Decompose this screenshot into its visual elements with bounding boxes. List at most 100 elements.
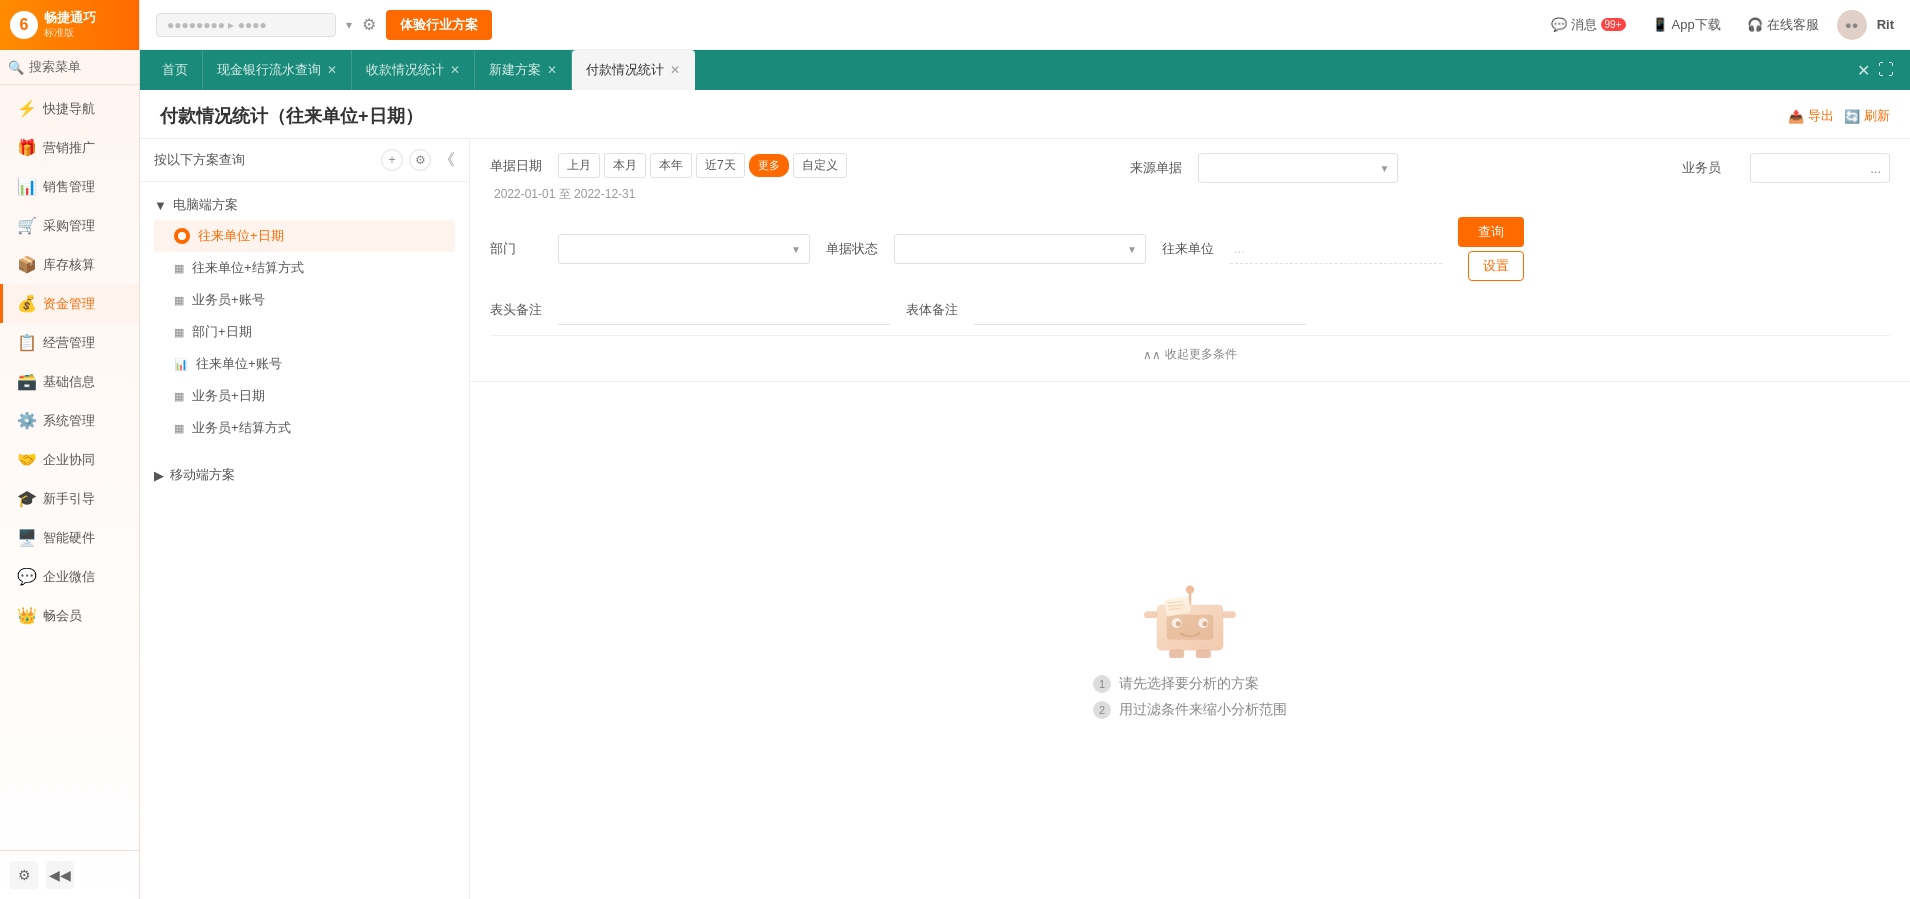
vip-icon: 👑: [17, 606, 35, 625]
settings-footer-btn[interactable]: ⚙: [10, 861, 38, 889]
scheme-dept-date[interactable]: ▦ 部门+日期: [154, 316, 455, 348]
trial-btn[interactable]: 体验行业方案: [386, 10, 492, 40]
sidebar-item-inventory[interactable]: 📦 库存核算: [0, 245, 139, 284]
app-logo-text: 畅捷通巧 标准版: [44, 10, 96, 41]
scheme-counterpart-account[interactable]: 📊 往来单位+账号: [154, 348, 455, 380]
collapse-panel-btn[interactable]: 《: [439, 150, 455, 171]
settings-icon[interactable]: ⚙: [362, 15, 376, 34]
sidebar-item-marketing[interactable]: 🎁 营销推广: [0, 128, 139, 167]
dept-arrow: ▼: [791, 244, 801, 255]
sidebar-item-sales[interactable]: 📊 销售管理: [0, 167, 139, 206]
tabs-controls: ✕ ⛶: [1849, 61, 1902, 80]
voucher-status-label: 单据状态: [826, 240, 886, 258]
tab-cashflow[interactable]: 现金银行流水查询 ✕: [203, 50, 352, 90]
salesman-label: 业务员: [1682, 159, 1742, 177]
empty-state-illustration: [1140, 563, 1240, 663]
scheme-salesman-account[interactable]: ▦ 业务员+账号: [154, 284, 455, 316]
scheme-chart-icon: 📊: [174, 358, 188, 371]
tab-maximize-btn[interactable]: ⛶: [1878, 61, 1894, 80]
user-avatar[interactable]: ●●: [1837, 10, 1867, 40]
scheme-salesman-settle[interactable]: ▦ 业务员+结算方式: [154, 412, 455, 444]
sidebar-item-finance[interactable]: 💰 资金管理: [0, 284, 139, 323]
scheme-counterpart-date[interactable]: 往来单位+日期: [154, 220, 455, 252]
sidebar-item-operation[interactable]: 📋 经营管理: [0, 323, 139, 362]
tab-newscheme-close[interactable]: ✕: [547, 63, 557, 77]
search-menu[interactable]: 🔍 搜索菜单: [0, 50, 139, 85]
dept-select[interactable]: ▼: [558, 234, 810, 264]
sidebar-item-guide[interactable]: 🎓 新手引导: [0, 479, 139, 518]
tab-receipts-close[interactable]: ✕: [450, 63, 460, 77]
operation-icon: 📋: [17, 333, 35, 352]
left-panel-actions: + ⚙: [381, 149, 431, 171]
scheme-counterpart-settle[interactable]: ▦ 往来单位+结算方式: [154, 252, 455, 284]
body-note-input[interactable]: [974, 295, 1306, 325]
svg-rect-10: [1169, 649, 1184, 657]
sidebar-item-system[interactable]: ⚙️ 系统管理: [0, 401, 139, 440]
page-header: 付款情况统计（往来单位+日期） 📤 导出 🔄 刷新: [140, 90, 1910, 139]
scheme-salesman-date[interactable]: ▦ 业务员+日期: [154, 380, 455, 412]
main-area: ●●●●●●●● ▸ ●●●● ▾ ⚙ 体验行业方案 💬 消息 99+ 📱 Ap…: [140, 0, 1910, 899]
collapse-conditions-area: ∧∧ 收起更多条件: [490, 335, 1890, 367]
tab-home[interactable]: 首页: [148, 50, 203, 90]
source-select[interactable]: ▼: [1198, 153, 1398, 183]
pc-section-arrow: ▼: [154, 198, 167, 213]
pc-section-header[interactable]: ▼ 电脑端方案: [154, 190, 455, 220]
tip-num-1: 1: [1093, 675, 1111, 693]
user-name-display[interactable]: Rit: [1877, 17, 1894, 32]
export-btn[interactable]: 📤 导出: [1788, 107, 1834, 125]
sidebar-item-hardware[interactable]: 🖥️ 智能硬件: [0, 518, 139, 557]
page-title: 付款情况统计（往来单位+日期）: [160, 104, 423, 128]
dept-label: 部门: [490, 240, 550, 258]
hardware-icon: 🖥️: [17, 528, 35, 547]
header-note-input[interactable]: [558, 295, 890, 325]
collapse-conditions-btn[interactable]: ∧∧ 收起更多条件: [1143, 346, 1237, 363]
salesman-select[interactable]: ...: [1750, 153, 1890, 183]
app-download-action[interactable]: 📱 App下载: [1644, 12, 1729, 38]
online-service-action[interactable]: 🎧 在线客服: [1739, 12, 1827, 38]
tab-receipts[interactable]: 收款情况统计 ✕: [352, 50, 475, 90]
this-year-btn[interactable]: 本年: [650, 153, 692, 178]
query-btn[interactable]: 查询: [1458, 217, 1524, 247]
this-month-btn[interactable]: 本月: [604, 153, 646, 178]
collapse-sidebar-btn[interactable]: ◀◀: [46, 861, 74, 889]
guide-icon: 🎓: [17, 489, 35, 508]
sidebar-header: 6 畅捷通巧 标准版: [0, 0, 139, 50]
filter-settings-btn[interactable]: 设置: [1468, 251, 1524, 281]
sidebar-item-purchase[interactable]: 🛒 采购管理: [0, 206, 139, 245]
message-action[interactable]: 💬 消息 99+: [1543, 12, 1634, 38]
tab-newscheme[interactable]: 新建方案 ✕: [475, 50, 572, 90]
tab-close-all-btn[interactable]: ✕: [1857, 61, 1870, 80]
sidebar-item-vip[interactable]: 👑 畅会员: [0, 596, 139, 635]
last-7-days-btn[interactable]: 近7天: [696, 153, 745, 178]
counterpart-input[interactable]: ...: [1230, 234, 1442, 264]
address-bar[interactable]: ●●●●●●●● ▸ ●●●●: [156, 13, 336, 37]
tab-cashflow-close[interactable]: ✕: [327, 63, 337, 77]
custom-date-btn[interactable]: 自定义: [793, 153, 847, 178]
salesman-dots[interactable]: ...: [1870, 161, 1881, 176]
mobile-section-header[interactable]: ▶ 移动端方案: [154, 460, 455, 490]
sidebar-item-wechat[interactable]: 💬 企业微信: [0, 557, 139, 596]
quicknav-icon: ⚡: [17, 99, 35, 118]
page-header-actions: 📤 导出 🔄 刷新: [1788, 107, 1890, 125]
more-date-btn[interactable]: 更多: [749, 154, 789, 177]
refresh-btn[interactable]: 🔄 刷新: [1844, 107, 1890, 125]
svg-rect-9: [1223, 611, 1236, 618]
sidebar-item-enterprise[interactable]: 🤝 企业协同: [0, 440, 139, 479]
sidebar-item-basic[interactable]: 🗃️ 基础信息: [0, 362, 139, 401]
address-dropdown[interactable]: ▾: [346, 18, 352, 32]
sidebar-item-quicknav[interactable]: ⚡ 快捷导航: [0, 89, 139, 128]
tab-payment-close[interactable]: ✕: [670, 63, 680, 77]
scheme-settings-btn[interactable]: ⚙: [409, 149, 431, 171]
right-panel: 单据日期 上月 本月 本年 近7天 更多 自定义 2022-01-01 至 20…: [470, 139, 1910, 899]
svg-point-7: [1186, 585, 1194, 593]
active-scheme-icon: [174, 228, 190, 244]
mobile-scheme-section: ▶ 移动端方案: [140, 452, 469, 498]
add-scheme-btn[interactable]: +: [381, 149, 403, 171]
filter-actions: 查询 设置: [1458, 217, 1524, 281]
tab-payment[interactable]: 付款情况统计 ✕: [572, 50, 695, 90]
last-month-btn[interactable]: 上月: [558, 153, 600, 178]
scheme-table-icon-5: ▦: [174, 390, 184, 403]
voucher-status-select[interactable]: ▼: [894, 234, 1146, 264]
source-select-arrow: ▼: [1379, 163, 1389, 174]
app-logo-icon: 6: [10, 11, 38, 39]
